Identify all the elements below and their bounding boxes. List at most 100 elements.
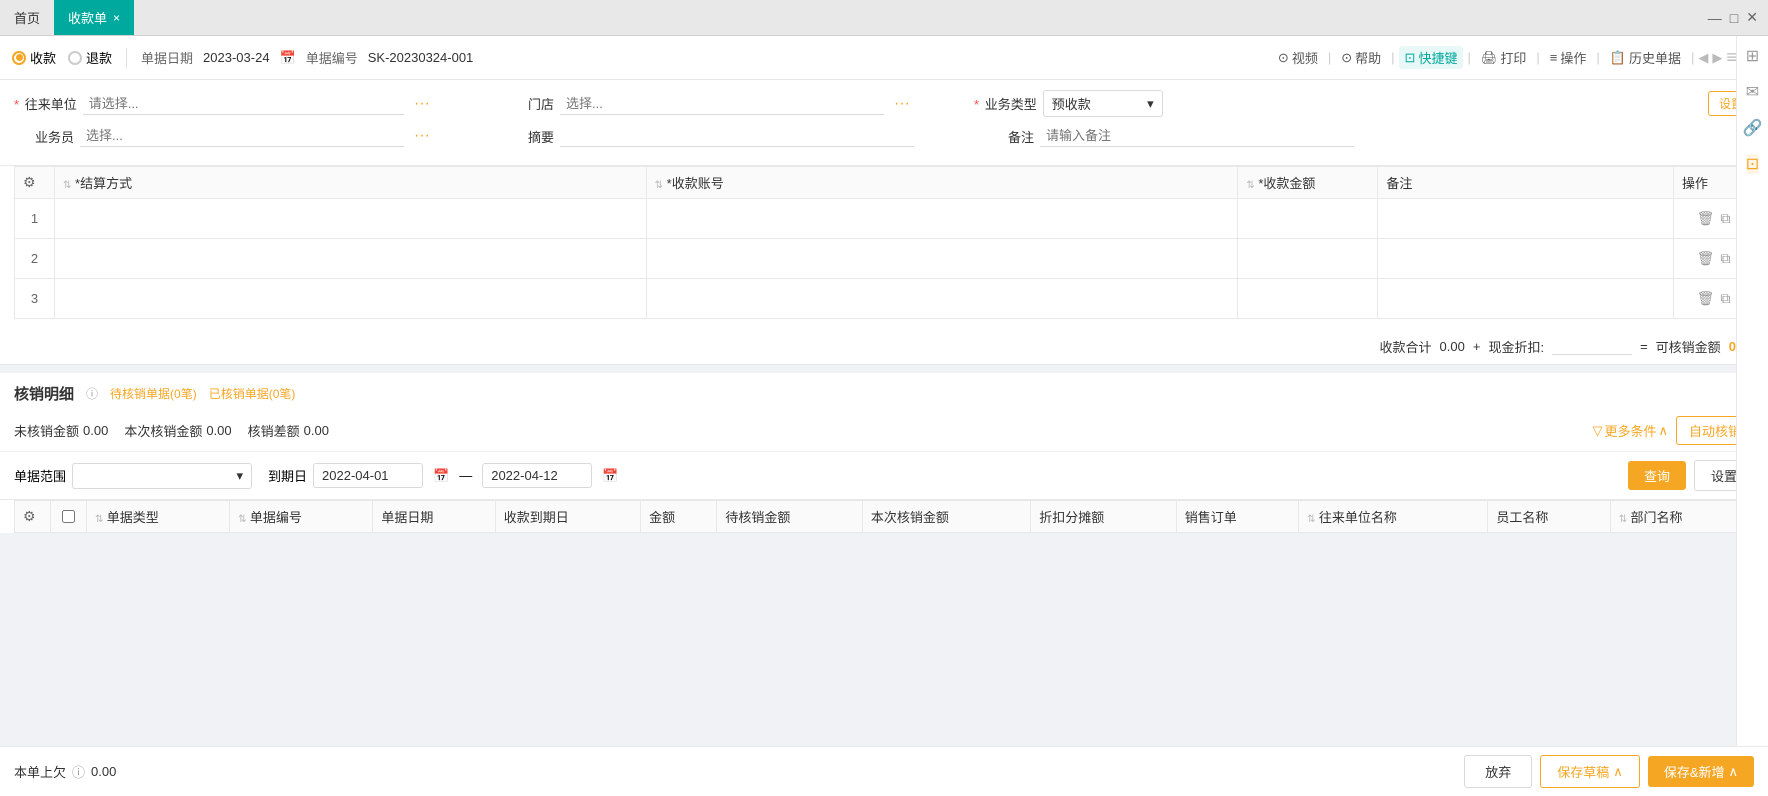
window-close-icon[interactable]: ✕	[1746, 9, 1758, 26]
row-num-3: 3	[15, 279, 55, 319]
tab-home[interactable]: 首页	[0, 0, 54, 35]
summary-input[interactable]	[560, 125, 914, 147]
number-value[interactable]: SK-20230324-001	[368, 50, 474, 65]
bt-col-doc-type: ⇅ 单据类型	[87, 501, 230, 533]
cal-from-icon[interactable]: 📅	[433, 468, 449, 484]
date-from-input[interactable]	[313, 463, 423, 488]
delete-icon-3[interactable]: 🗑	[1697, 290, 1715, 307]
tab-bar: 首页 收款单 × — □ ✕	[0, 0, 1768, 36]
video-label: 视频	[1292, 48, 1318, 67]
table-view-icon[interactable]: ⊞	[1746, 46, 1759, 66]
amount-cell-2[interactable]	[1238, 239, 1378, 279]
calendar-icon[interactable]: 📅	[280, 50, 296, 66]
video-btn[interactable]: ⊙ 视频	[1272, 46, 1324, 69]
bt-col-discount: 折扣分摊额	[1031, 501, 1176, 533]
info-circle-icon[interactable]: ⓘ	[72, 762, 85, 781]
gear-icon[interactable]: ⚙	[23, 174, 36, 190]
print-btn[interactable]: 🖨 打印	[1475, 46, 1533, 69]
footer-right: 放弃 保存草稿 ∧ 保存&新增 ∧	[1464, 755, 1754, 788]
bt-col-dept: ⇅ 部门名称	[1610, 501, 1753, 533]
tab-receipt-close[interactable]: ×	[113, 11, 120, 25]
date-to-input[interactable]	[482, 463, 592, 488]
account-cell-3[interactable]	[646, 279, 1238, 319]
delete-icon-2[interactable]: 🗑	[1697, 250, 1715, 267]
salesperson-more-btn[interactable]: ···	[410, 127, 434, 145]
this-rec-stat: 本次核销金额 0.00	[124, 421, 231, 440]
table-row: 1 🗑 ⧉	[15, 199, 1754, 239]
counterpart-input[interactable]	[83, 93, 404, 115]
help-label: 帮助	[1355, 48, 1381, 67]
bt-col-employee: 员工名称	[1488, 501, 1610, 533]
counterpart-more-btn[interactable]: ···	[410, 95, 434, 113]
settle-cell-2[interactable]	[55, 239, 647, 279]
remark-cell-1[interactable]	[1378, 199, 1674, 239]
receipt-radio[interactable]: 收款	[12, 48, 56, 67]
help-btn[interactable]: ⊙ 帮助	[1335, 46, 1387, 69]
discount-input[interactable]	[1552, 339, 1632, 355]
amount-cell-3[interactable]	[1238, 279, 1378, 319]
info-icon[interactable]: ⓘ	[86, 385, 98, 402]
bt-col-amount: 金额	[641, 501, 717, 533]
account-cell-1[interactable]	[646, 199, 1238, 239]
shortcut-btn[interactable]: ⊡ 快捷键	[1399, 46, 1464, 69]
remark-input[interactable]	[1040, 125, 1354, 147]
store-more-btn[interactable]: ···	[890, 95, 914, 113]
mail-icon[interactable]: ✉	[1746, 82, 1759, 102]
table-row: 2 🗑 ⧉	[15, 239, 1754, 279]
window-maximize-icon[interactable]: □	[1730, 10, 1738, 26]
discard-btn[interactable]: 放弃	[1464, 755, 1532, 788]
store-label: 门店	[494, 94, 554, 113]
prev-value: 0.00	[91, 764, 116, 779]
col-amount: ⇅ *收款金额	[1238, 167, 1378, 199]
video-icon: ⊙	[1278, 50, 1289, 66]
cal-to-icon[interactable]: 📅	[602, 468, 618, 484]
refund-radio[interactable]: 退款	[68, 48, 112, 67]
bt-gear-icon[interactable]: ⚙	[23, 508, 36, 524]
settle-cell-1[interactable]	[55, 199, 647, 239]
history-btn[interactable]: 📋 历史单据	[1604, 46, 1687, 69]
range-select[interactable]: ▾	[72, 463, 252, 489]
form-area: * 往来单位 ··· 门店 ··· * 业务类型 预收款 ▾ 设置	[0, 80, 1768, 166]
amount-cell-1[interactable]	[1238, 199, 1378, 239]
copy-icon-2[interactable]: ⧉	[1720, 250, 1730, 267]
remark-cell-2[interactable]	[1378, 239, 1674, 279]
more-conditions-btn[interactable]: ▽ 更多条件 ∧	[1592, 421, 1668, 440]
toolbar: 收款 退款 单据日期 2023-03-24 📅 单据编号 SK-20230324…	[0, 36, 1768, 80]
account-cell-2[interactable]	[646, 239, 1238, 279]
total-label: 收款合计	[1380, 337, 1432, 356]
diff-value: 0.00	[304, 423, 329, 438]
business-type-dropdown[interactable]: 预收款 ▾	[1043, 90, 1163, 117]
date-value[interactable]: 2023-03-24	[203, 50, 270, 65]
copy-icon-1[interactable]: ⧉	[1720, 210, 1730, 227]
save-draft-btn[interactable]: 保存草稿 ∧	[1540, 755, 1640, 788]
settle-cell-3[interactable]	[55, 279, 647, 319]
tab-receipt[interactable]: 收款单 ×	[54, 0, 134, 35]
select-all-checkbox[interactable]	[62, 510, 75, 523]
divider-1	[126, 48, 127, 68]
summary-field: 摘要	[494, 125, 914, 147]
query-btn[interactable]: 查询	[1628, 461, 1686, 490]
sort-doc-type: ⇅	[95, 514, 103, 525]
nav-next-icon[interactable]: ▶	[1712, 50, 1722, 66]
stats-right: ▽ 更多条件 ∧ 自动核销	[1592, 416, 1754, 445]
store-input[interactable]	[560, 93, 884, 115]
save-new-btn[interactable]: 保存&新增 ∧	[1648, 756, 1754, 787]
bt-col-counterpart: ⇅ 往来单位名称	[1299, 501, 1488, 533]
data-table-wrap: ⚙ ⇅ *结算方式 ⇅ *收款账号 ⇅ *收款金额 备注 操	[0, 166, 1768, 329]
screenshot-icon[interactable]: ⊡	[1746, 154, 1759, 174]
remark-field: 备注	[974, 125, 1354, 147]
operation-btn[interactable]: ≡ 操作	[1544, 46, 1593, 69]
remark-cell-3[interactable]	[1378, 279, 1674, 319]
done-link[interactable]: 已核销单据(0笔)	[209, 385, 296, 402]
total-value: 0.00	[1440, 339, 1465, 354]
salesperson-input[interactable]	[80, 125, 404, 147]
window-minimize-icon[interactable]: —	[1708, 10, 1722, 26]
nav-prev-icon[interactable]: ◀	[1698, 50, 1708, 66]
data-table: ⚙ ⇅ *结算方式 ⇅ *收款账号 ⇅ *收款金额 备注 操	[14, 166, 1754, 319]
sort-up-3: ⇅	[1246, 180, 1254, 191]
delete-icon-1[interactable]: 🗑	[1697, 210, 1715, 227]
help-icon: ⊙	[1341, 50, 1352, 66]
copy-icon-3[interactable]: ⧉	[1720, 290, 1730, 307]
attach-icon[interactable]: 🔗	[1743, 118, 1763, 138]
pending-link[interactable]: 待核销单据(0笔)	[110, 385, 197, 402]
